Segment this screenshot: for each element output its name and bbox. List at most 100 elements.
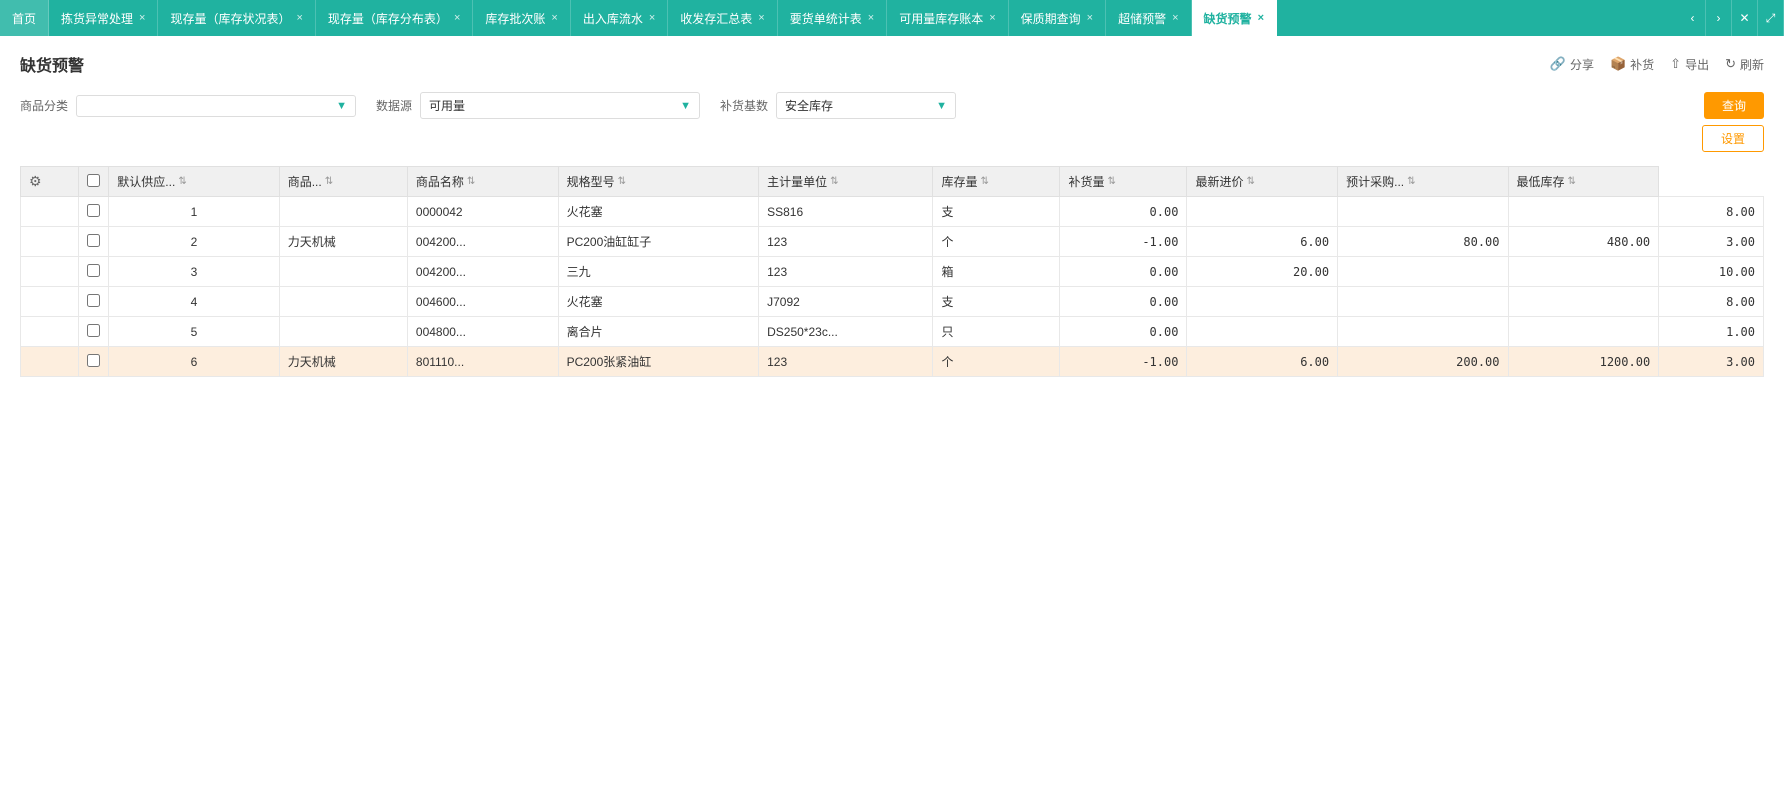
sort-goods-name-icon: ⇅ bbox=[467, 176, 475, 187]
td-replenish-2: 20.00 bbox=[1187, 257, 1338, 287]
tab-inout-flow[interactable]: 出入库流水 × bbox=[571, 0, 668, 36]
select-all-checkbox[interactable] bbox=[87, 174, 100, 187]
td-gear-5 bbox=[21, 347, 79, 377]
td-goods-code-1: 004200... bbox=[407, 227, 558, 257]
th-latest-price: 最新进价 ⇅ bbox=[1187, 167, 1338, 197]
tab-bar: 首页 拣货异常处理 × 现存量（库存状况表） × 现存量（库存分布表） × 库存… bbox=[0, 0, 1784, 36]
tab-batch-account[interactable]: 库存批次账 × bbox=[473, 0, 570, 36]
td-min-stock-0: 8.00 bbox=[1659, 197, 1764, 227]
tab-overstock[interactable]: 超储预警 × bbox=[1106, 0, 1191, 36]
row-checkbox-0[interactable] bbox=[87, 204, 100, 217]
tab-close-receive-summary[interactable]: × bbox=[758, 12, 764, 24]
export-icon: ⇧ bbox=[1670, 56, 1681, 72]
tab-available-ledger[interactable]: 可用量库存账本 × bbox=[887, 0, 1008, 36]
tab-close-all-btn[interactable]: ✕ bbox=[1732, 0, 1758, 36]
th-settings[interactable]: ⚙ bbox=[21, 167, 79, 197]
sort-supplier-icon: ⇅ bbox=[178, 176, 186, 187]
td-unit-4: 只 bbox=[933, 317, 1060, 347]
td-num-1: 2 bbox=[109, 227, 279, 257]
replenish-icon: 📦 bbox=[1610, 56, 1626, 72]
category-label: 商品分类 bbox=[20, 97, 68, 114]
tab-close-abnormal[interactable]: × bbox=[139, 12, 145, 24]
tab-close-inventory-status[interactable]: × bbox=[296, 12, 302, 24]
sort-unit-icon: ⇅ bbox=[830, 176, 838, 187]
column-settings-icon[interactable]: ⚙ bbox=[29, 173, 42, 189]
tab-inventory-status[interactable]: 现存量（库存状况表） × bbox=[158, 0, 315, 36]
query-button[interactable]: 查询 bbox=[1704, 92, 1764, 119]
tab-scroll-left-btn[interactable]: ‹ bbox=[1680, 0, 1706, 36]
tab-scroll-right-btn[interactable]: › bbox=[1706, 0, 1732, 36]
td-checkbox-3[interactable] bbox=[79, 287, 109, 317]
datasource-select[interactable]: 可用量 ▼ bbox=[420, 92, 700, 119]
tab-close-available-ledger[interactable]: × bbox=[989, 12, 995, 24]
td-spec-1: 123 bbox=[759, 227, 933, 257]
category-select[interactable]: ▼ bbox=[76, 95, 356, 117]
sort-goods-name[interactable]: 商品名称 ⇅ bbox=[416, 173, 550, 190]
td-spec-5: 123 bbox=[759, 347, 933, 377]
row-checkbox-1[interactable] bbox=[87, 234, 100, 247]
share-button[interactable]: 🔗 分享 bbox=[1550, 56, 1594, 73]
td-stock-3: 0.00 bbox=[1060, 287, 1187, 317]
td-latest-price-4 bbox=[1338, 317, 1508, 347]
refresh-button[interactable]: ↻ 刷新 bbox=[1725, 56, 1764, 73]
tab-close-batch-account[interactable]: × bbox=[551, 12, 557, 24]
sort-stock[interactable]: 库存量 ⇅ bbox=[941, 173, 1051, 190]
th-replenish: 补货量 ⇅ bbox=[1060, 167, 1187, 197]
tab-expiry-query[interactable]: 保质期查询 × bbox=[1009, 0, 1106, 36]
datasource-label: 数据源 bbox=[376, 97, 412, 114]
td-est-purchase-2 bbox=[1508, 257, 1659, 287]
tab-receive-summary[interactable]: 收发存汇总表 × bbox=[668, 0, 777, 36]
sort-min-stock[interactable]: 最低库存 ⇅ bbox=[1517, 173, 1651, 190]
tab-close-shortage[interactable]: × bbox=[1258, 12, 1264, 24]
tab-inventory-dist[interactable]: 现存量（库存分布表） × bbox=[316, 0, 473, 36]
page-title: 缺货预警 bbox=[20, 52, 84, 76]
sort-latest-price[interactable]: 最新进价 ⇅ bbox=[1195, 173, 1329, 190]
th-checkbox[interactable] bbox=[79, 167, 109, 197]
tab-close-overstock[interactable]: × bbox=[1172, 12, 1178, 24]
sort-goods-code[interactable]: 商品... ⇅ bbox=[288, 173, 399, 190]
replenish-base-select[interactable]: 安全库存 ▼ bbox=[776, 92, 956, 119]
replenish-button[interactable]: 📦 补货 bbox=[1610, 56, 1654, 73]
th-supplier: 默认供应... ⇅ bbox=[109, 167, 279, 197]
td-checkbox-1[interactable] bbox=[79, 227, 109, 257]
td-checkbox-0[interactable] bbox=[79, 197, 109, 227]
sort-unit[interactable]: 主计量单位 ⇅ bbox=[767, 173, 924, 190]
replenish-base-filter-group: 补货基数 安全库存 ▼ bbox=[720, 92, 956, 119]
page-header: 缺货预警 🔗 分享 📦 补货 ⇧ 导出 ↻ 刷新 bbox=[20, 52, 1764, 76]
table-row: 2 力天机械 004200... PC200油缸缸子 123 个 -1.00 6… bbox=[21, 227, 1764, 257]
th-goods-code: 商品... ⇅ bbox=[279, 167, 407, 197]
td-checkbox-4[interactable] bbox=[79, 317, 109, 347]
sort-replenish[interactable]: 补货量 ⇅ bbox=[1068, 173, 1178, 190]
sort-latest-price-icon: ⇅ bbox=[1246, 176, 1254, 187]
datasource-filter-group: 数据源 可用量 ▼ bbox=[376, 92, 700, 119]
sort-spec[interactable]: 规格型号 ⇅ bbox=[567, 173, 751, 190]
replenish-base-value: 安全库存 bbox=[785, 97, 833, 114]
tab-shortage[interactable]: 缺货预警 × bbox=[1192, 0, 1277, 36]
td-goods-name-5: PC200张紧油缸 bbox=[558, 347, 759, 377]
tab-close-expiry-query[interactable]: × bbox=[1087, 12, 1093, 24]
td-supplier-1: 力天机械 bbox=[279, 227, 407, 257]
td-checkbox-2[interactable] bbox=[79, 257, 109, 287]
row-checkbox-5[interactable] bbox=[87, 354, 100, 367]
tab-fullscreen-btn[interactable]: ⤢ bbox=[1758, 0, 1784, 36]
export-button[interactable]: ⇧ 导出 bbox=[1670, 56, 1709, 73]
tab-demand-stats[interactable]: 要货单统计表 × bbox=[778, 0, 887, 36]
tab-close-inout-flow[interactable]: × bbox=[649, 12, 655, 24]
row-checkbox-4[interactable] bbox=[87, 324, 100, 337]
sort-spec-icon: ⇅ bbox=[618, 176, 626, 187]
tab-close-inventory-dist[interactable]: × bbox=[454, 12, 460, 24]
tab-home[interactable]: 首页 bbox=[0, 0, 49, 36]
table-row: 4 004600... 火花塞 J7092 支 0.00 8.00 bbox=[21, 287, 1764, 317]
settings-button[interactable]: 设置 bbox=[1702, 125, 1764, 152]
td-gear-0 bbox=[21, 197, 79, 227]
category-filter-group: 商品分类 ▼ bbox=[20, 95, 356, 117]
sort-supplier[interactable]: 默认供应... ⇅ bbox=[117, 173, 270, 190]
sort-est-purchase[interactable]: 预计采购... ⇅ bbox=[1346, 173, 1499, 190]
td-checkbox-5[interactable] bbox=[79, 347, 109, 377]
row-checkbox-3[interactable] bbox=[87, 294, 100, 307]
row-checkbox-2[interactable] bbox=[87, 264, 100, 277]
header-actions: 🔗 分享 📦 补货 ⇧ 导出 ↻ 刷新 bbox=[1550, 56, 1764, 73]
tab-close-demand-stats[interactable]: × bbox=[868, 12, 874, 24]
tab-abnormal[interactable]: 拣货异常处理 × bbox=[49, 0, 158, 36]
td-spec-2: 123 bbox=[759, 257, 933, 287]
